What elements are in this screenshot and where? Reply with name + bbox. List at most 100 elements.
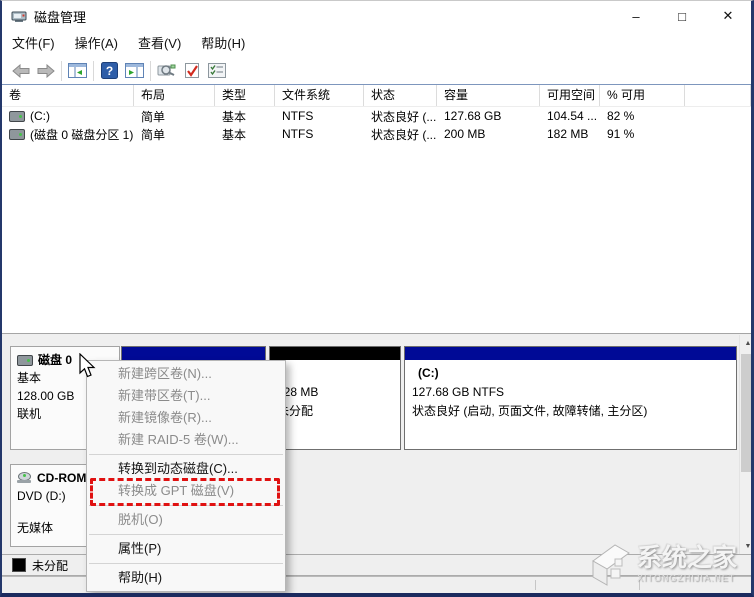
percentfree-cell: 82 %: [600, 109, 685, 123]
freespace-cell: 104.54 ...: [540, 109, 600, 123]
volume-name-cell: (磁盘 0 磁盘分区 1): [2, 126, 134, 143]
menu-separator: [89, 563, 283, 564]
window-titlebar: 磁盘管理 – □ ✕: [2, 1, 751, 31]
status-cell: 状态良好 (...: [364, 108, 437, 125]
partition-color-strip: [405, 347, 736, 360]
type-cell: 基本: [215, 108, 275, 125]
back-button[interactable]: [8, 59, 33, 83]
volume-icon: [9, 111, 25, 122]
menu-item-properties[interactable]: 属性(P): [87, 538, 285, 560]
filesystem-cell: NTFS: [275, 127, 364, 141]
filesystem-cell: NTFS: [275, 109, 364, 123]
watermark-logo-icon: [585, 539, 637, 589]
partition-c-status: 状态良好 (启动, 页面文件, 故障转储, 主分区): [412, 402, 736, 421]
table-row[interactable]: (C:) 简单 基本 NTFS 状态良好 (... 127.68 GB 104.…: [2, 107, 751, 125]
disk-icon: [17, 355, 33, 366]
window-title: 磁盘管理: [34, 7, 86, 26]
column-header-layout[interactable]: 布局: [134, 85, 215, 106]
scroll-up-icon[interactable]: ▲: [740, 335, 754, 351]
scrollbar-thumb[interactable]: [741, 354, 754, 472]
volume-table-header: 卷 布局 类型 文件系统 状态 容量 可用空间 % 可用: [2, 85, 751, 107]
disk-context-menu: 新建跨区卷(N)... 新建带区卷(T)... 新建镜像卷(R)... 新建 R…: [86, 360, 286, 592]
volume-name-cell: (C:): [2, 109, 134, 123]
action-pane-icon: [125, 63, 144, 78]
menu-item-convert-gpt-disk: 转换成 GPT 磁盘(V): [87, 480, 285, 502]
volume-icon: [9, 129, 25, 140]
menu-action[interactable]: 操作(A): [65, 33, 128, 55]
capacity-cell: 127.68 GB: [437, 109, 540, 123]
partition-c[interactable]: (C:) 127.68 GB NTFS 状态良好 (启动, 页面文件, 故障转储…: [404, 346, 737, 450]
layout-cell: 简单: [134, 108, 215, 125]
rescan-button[interactable]: [154, 59, 179, 83]
check-disk-button[interactable]: [179, 59, 204, 83]
legend-unallocated-swatch: [12, 558, 26, 572]
partition-color-strip: [122, 347, 265, 360]
table-row[interactable]: (磁盘 0 磁盘分区 1) 简单 基本 NTFS 状态良好 (... 200 M…: [2, 125, 751, 143]
toolbar-separator: [61, 61, 62, 81]
help-button[interactable]: ?: [97, 59, 122, 83]
column-header-freespace[interactable]: 可用空间: [540, 85, 600, 106]
forward-icon: [37, 64, 55, 78]
menu-item-help[interactable]: 帮助(H): [87, 567, 285, 589]
disk-management-window: 磁盘管理 – □ ✕ 文件(F) 操作(A) 查看(V) 帮助(H): [0, 0, 754, 597]
partition-c-info: 127.68 GB NTFS: [412, 383, 736, 402]
help-icon: ?: [101, 62, 118, 79]
toolbar: ?: [2, 57, 751, 85]
cdrom-icon: [17, 472, 32, 484]
toolbar-separator: [93, 61, 94, 81]
menu-view[interactable]: 查看(V): [128, 33, 191, 55]
type-cell: 基本: [215, 126, 275, 143]
percentfree-cell: 91 %: [600, 127, 685, 141]
toolbar-separator: [150, 61, 151, 81]
menu-separator: [89, 454, 283, 455]
window-controls: – □ ✕: [613, 1, 751, 31]
minimize-button[interactable]: –: [613, 1, 659, 31]
layout-cell: 简单: [134, 126, 215, 143]
forward-button[interactable]: [33, 59, 58, 83]
column-header-capacity[interactable]: 容量: [437, 85, 540, 106]
partition-unallocated[interactable]: 128 MB 未分配: [269, 346, 401, 450]
menu-item-new-striped-volume: 新建带区卷(T)...: [87, 385, 285, 407]
column-header-status[interactable]: 状态: [364, 85, 437, 106]
watermark-title: 系统之家: [637, 546, 737, 571]
menu-separator: [89, 534, 283, 535]
disk0-name: 磁盘 0: [38, 351, 72, 369]
checklist-icon: [208, 63, 226, 78]
menubar: 文件(F) 操作(A) 查看(V) 帮助(H): [2, 31, 751, 57]
menu-separator: [89, 505, 283, 506]
partition-c-name: (C:): [412, 364, 736, 383]
statusbar-divider: [535, 580, 536, 590]
watermark-domain: XITONGZHIJIA.NET: [637, 574, 737, 583]
maximize-button[interactable]: □: [659, 1, 705, 31]
column-header-type[interactable]: 类型: [215, 85, 275, 106]
column-header-filesystem[interactable]: 文件系统: [275, 85, 364, 106]
column-header-volume[interactable]: 卷: [2, 85, 134, 106]
menu-file[interactable]: 文件(F): [2, 33, 65, 55]
console-tree-button[interactable]: [65, 59, 90, 83]
partition-color-strip: [270, 347, 400, 360]
menu-help[interactable]: 帮助(H): [191, 33, 255, 55]
watermark: 系统之家 XITONGZHIJIA.NET: [585, 535, 751, 593]
mouse-cursor: [78, 353, 96, 379]
vertical-scrollbar[interactable]: ▲ ▼: [739, 335, 754, 554]
check-document-icon: [184, 62, 200, 79]
legend-unallocated-label: 未分配: [32, 557, 68, 574]
volume-list-pane: 卷 布局 类型 文件系统 状态 容量 可用空间 % 可用 (C:) 简单 基本 …: [2, 85, 751, 333]
status-cell: 状态良好 (...: [364, 126, 437, 143]
menu-item-new-spanned-volume: 新建跨区卷(N)...: [87, 363, 285, 385]
column-header-percentfree[interactable]: % 可用: [600, 85, 685, 106]
capacity-cell: 200 MB: [437, 127, 540, 141]
properties-list-button[interactable]: [204, 59, 229, 83]
freespace-cell: 182 MB: [540, 127, 600, 141]
menu-item-convert-dynamic-disk[interactable]: 转换到动态磁盘(C)...: [87, 458, 285, 480]
action-pane-button[interactable]: [122, 59, 147, 83]
back-icon: [12, 64, 30, 78]
unallocated-status: 未分配: [277, 402, 400, 421]
column-header-filler: [685, 85, 751, 106]
menu-item-new-raid5-volume: 新建 RAID-5 卷(W)...: [87, 429, 285, 451]
close-button[interactable]: ✕: [705, 1, 751, 31]
rescan-icon: [157, 63, 176, 78]
menu-item-new-mirrored-volume: 新建镜像卷(R)...: [87, 407, 285, 429]
svg-text:?: ?: [106, 64, 113, 78]
app-icon: [11, 8, 27, 24]
